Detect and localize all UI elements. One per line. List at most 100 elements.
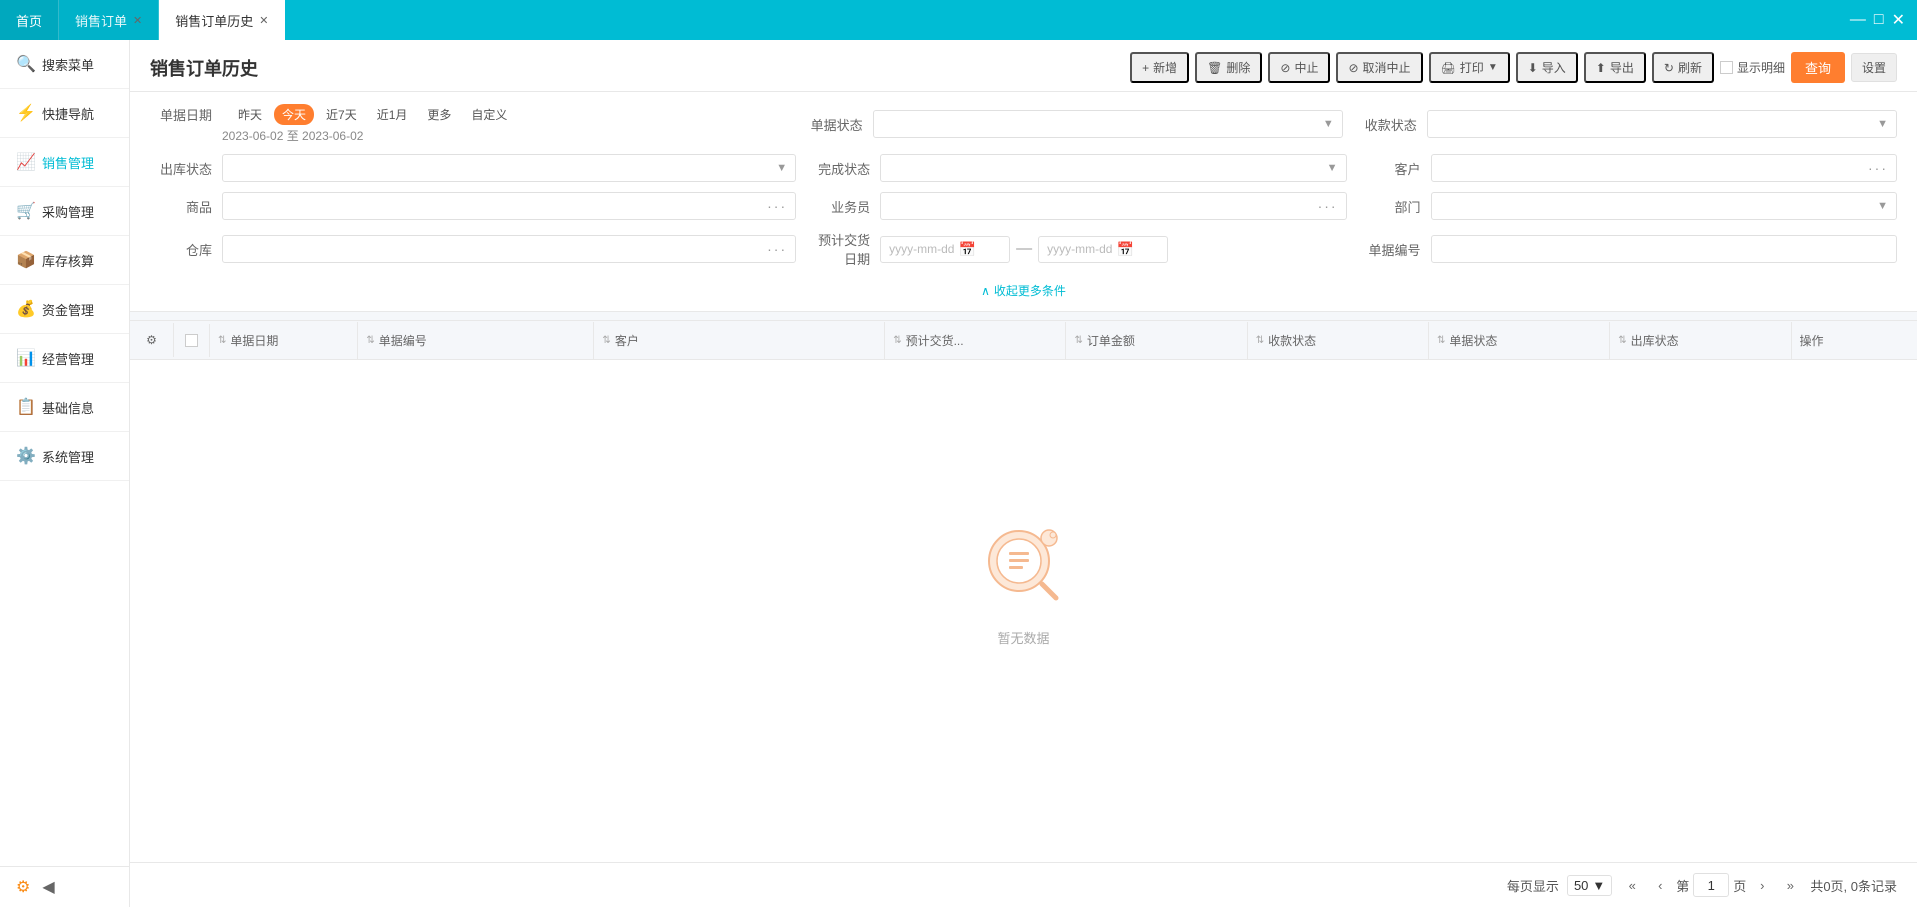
import-button[interactable]: ⬇ 导入 — [1516, 52, 1578, 83]
sidebar-item-basic-info[interactable]: 📋 基础信息 — [0, 383, 129, 432]
salesman-control[interactable]: ··· — [880, 192, 1346, 220]
settings-button[interactable]: 设置 — [1851, 53, 1897, 82]
sidebar-collapse-icon[interactable]: ◀ — [42, 877, 54, 897]
next-page-button[interactable]: › — [1750, 873, 1774, 897]
export-button[interactable]: ⬆ 导出 — [1584, 52, 1646, 83]
sort-num-icon: ⇅ — [366, 335, 374, 346]
dept-control[interactable]: ▼ — [1431, 192, 1897, 220]
th-settings[interactable]: ⚙ — [130, 323, 174, 357]
delete-button[interactable]: 🗑 删除 — [1195, 52, 1262, 83]
date-last1m-btn[interactable]: 近1月 — [369, 104, 416, 125]
th-pay-status[interactable]: ⇅ 收款状态 — [1248, 322, 1429, 359]
sidebar-item-sales-mgmt[interactable]: 📈 销售管理 — [0, 138, 129, 187]
filter-row-2: 出库状态 ▼ 完成状态 ▼ 客户 ··· — [150, 154, 1897, 182]
first-page-button[interactable]: « — [1620, 873, 1644, 897]
window-close-icon[interactable]: ✕ — [1892, 10, 1905, 30]
sort-date-icon: ⇅ — [218, 335, 226, 346]
ops-mgmt-icon: 📊 — [16, 348, 34, 368]
complete-status-control[interactable]: ▼ — [880, 154, 1346, 182]
page-title: 销售订单历史 — [150, 55, 258, 81]
th-action-label: 操作 — [1800, 332, 1824, 349]
tab-home[interactable]: 首页 — [0, 0, 59, 40]
order-num-control[interactable] — [1431, 235, 1897, 263]
th-pay-status-label: 收款状态 — [1268, 332, 1316, 349]
th-stock-status[interactable]: ⇅ 出库状态 — [1610, 322, 1791, 359]
sidebar-item-ops-mgmt[interactable]: 📊 经营管理 — [0, 334, 129, 383]
pay-status-control[interactable]: ▼ — [1427, 110, 1897, 138]
cancel-stop-button[interactable]: ⊘ 取消中止 — [1336, 52, 1422, 83]
table-header: ⚙ ⇅ 单据日期 ⇅ 单据编号 ⇅ 客户 ⇅ — [130, 320, 1917, 360]
date-yesterday-btn[interactable]: 昨天 — [230, 104, 270, 125]
th-amount[interactable]: ⇅ 订单金额 — [1066, 322, 1247, 359]
date-today-btn[interactable]: 今天 — [274, 104, 314, 125]
warehouse-label: 仓库 — [150, 240, 222, 259]
th-delivery[interactable]: ⇅ 预计交货... — [885, 322, 1066, 359]
sidebar-item-funds-mgmt[interactable]: 💰 资金管理 — [0, 285, 129, 334]
sidebar-item-inventory[interactable]: 📦 库存核算 — [0, 236, 129, 285]
th-order-status[interactable]: ⇅ 单据状态 — [1429, 322, 1610, 359]
tab-sales-order-history-close[interactable]: ✕ — [259, 14, 268, 27]
product-control[interactable]: ··· — [222, 192, 796, 220]
stock-status-control[interactable]: ▼ — [222, 154, 796, 182]
product-label: 商品 — [150, 197, 222, 216]
select-all-checkbox[interactable] — [185, 334, 198, 347]
sidebar-item-quick-nav[interactable]: ⚡ 快捷导航 — [0, 89, 129, 138]
search-menu-icon: 🔍 — [16, 54, 34, 74]
query-button[interactable]: 查询 — [1791, 52, 1845, 83]
date-more-btn[interactable]: 更多 — [419, 104, 459, 125]
date-custom-btn[interactable]: 自定义 — [463, 104, 515, 125]
last-page-button[interactable]: » — [1778, 873, 1802, 897]
stock-status-label: 出库状态 — [150, 159, 222, 178]
content-area: 销售订单历史 + 新增 🗑 删除 ⊘ 中止 ⊘ 取消中止 — [130, 40, 1917, 907]
sidebar-settings-icon[interactable]: ⚙ — [16, 877, 30, 897]
warehouse-dots-icon: ··· — [767, 241, 787, 257]
th-checkbox[interactable] — [174, 324, 210, 357]
tab-sales-order-close[interactable]: ✕ — [133, 14, 142, 27]
inventory-icon: 📦 — [16, 250, 34, 270]
th-num[interactable]: ⇅ 单据编号 — [358, 322, 594, 359]
filter-row-1: 单据日期 昨天 今天 近7天 近1月 更多 自定义 2023-06-02 至 2… — [150, 104, 1897, 144]
stop-button[interactable]: ⊘ 中止 — [1268, 52, 1330, 83]
delivery-date-end-input[interactable]: yyyy-mm-dd 📅 — [1038, 236, 1168, 263]
export-icon: ⬆ — [1596, 61, 1606, 75]
toolbar: + 新增 🗑 删除 ⊘ 中止 ⊘ 取消中止 🖨 打印 — [1130, 52, 1897, 83]
print-button[interactable]: 🖨 打印 ▼ — [1429, 52, 1510, 83]
order-status-label: 单据状态 — [801, 115, 873, 134]
th-delivery-label: 预计交货... — [906, 332, 964, 349]
window-max-icon[interactable]: □ — [1874, 11, 1884, 29]
display-detail-checkbox[interactable] — [1720, 61, 1733, 74]
window-min-icon[interactable]: — — [1850, 11, 1866, 29]
tab-list: 首页 销售订单 ✕ 销售订单历史 ✕ — [0, 0, 1838, 40]
print-icon: 🖨 — [1441, 61, 1456, 75]
sidebar-item-quick-nav-label: 快捷导航 — [42, 104, 94, 123]
tab-sales-order[interactable]: 销售订单 ✕ — [59, 0, 159, 40]
th-date[interactable]: ⇅ 单据日期 — [210, 322, 358, 359]
per-page-arrow-icon: ▼ — [1592, 878, 1605, 893]
per-page-select[interactable]: 50 ▼ — [1567, 875, 1612, 896]
calendar-start-icon: 📅 — [958, 241, 975, 258]
date-last7-btn[interactable]: 近7天 — [318, 104, 365, 125]
filter-row-3: 商品 ··· 业务员 ··· 部门 ▼ — [150, 192, 1897, 220]
warehouse-control[interactable]: ··· — [222, 235, 796, 263]
collapse-label: 收起更多条件 — [994, 282, 1066, 299]
delivery-date-start-input[interactable]: yyyy-mm-dd 📅 — [880, 236, 1010, 263]
export-label: 导出 — [1610, 59, 1634, 76]
sidebar-item-sys-mgmt[interactable]: ⚙️ 系统管理 — [0, 432, 129, 481]
main-layout: 🔍 搜索菜单 ⚡ 快捷导航 📈 销售管理 🛒 采购管理 📦 库存核算 💰 资金管… — [0, 40, 1917, 907]
sidebar-item-search-menu[interactable]: 🔍 搜索菜单 — [0, 40, 129, 89]
column-settings-icon: ⚙ — [146, 333, 157, 347]
new-button[interactable]: + 新增 — [1130, 52, 1189, 83]
th-customer[interactable]: ⇅ 客户 — [594, 322, 885, 359]
refresh-button[interactable]: ↻ 刷新 — [1652, 52, 1714, 83]
sidebar-item-purchase-mgmt[interactable]: 🛒 采购管理 — [0, 187, 129, 236]
print-arrow-icon: ▼ — [1488, 62, 1498, 73]
order-status-control[interactable]: ▼ — [873, 110, 1343, 138]
sidebar-item-funds-mgmt-label: 资金管理 — [42, 300, 94, 319]
customer-control[interactable]: ··· — [1431, 154, 1897, 182]
collapse-btn[interactable]: ∧ 收起更多条件 — [150, 278, 1897, 299]
prev-page-button[interactable]: ‹ — [1648, 873, 1672, 897]
page-number-input[interactable] — [1693, 873, 1729, 897]
tab-sales-order-history[interactable]: 销售订单历史 ✕ — [159, 0, 285, 40]
cancel-stop-icon: ⊘ — [1348, 61, 1358, 75]
th-customer-label: 客户 — [615, 332, 639, 349]
